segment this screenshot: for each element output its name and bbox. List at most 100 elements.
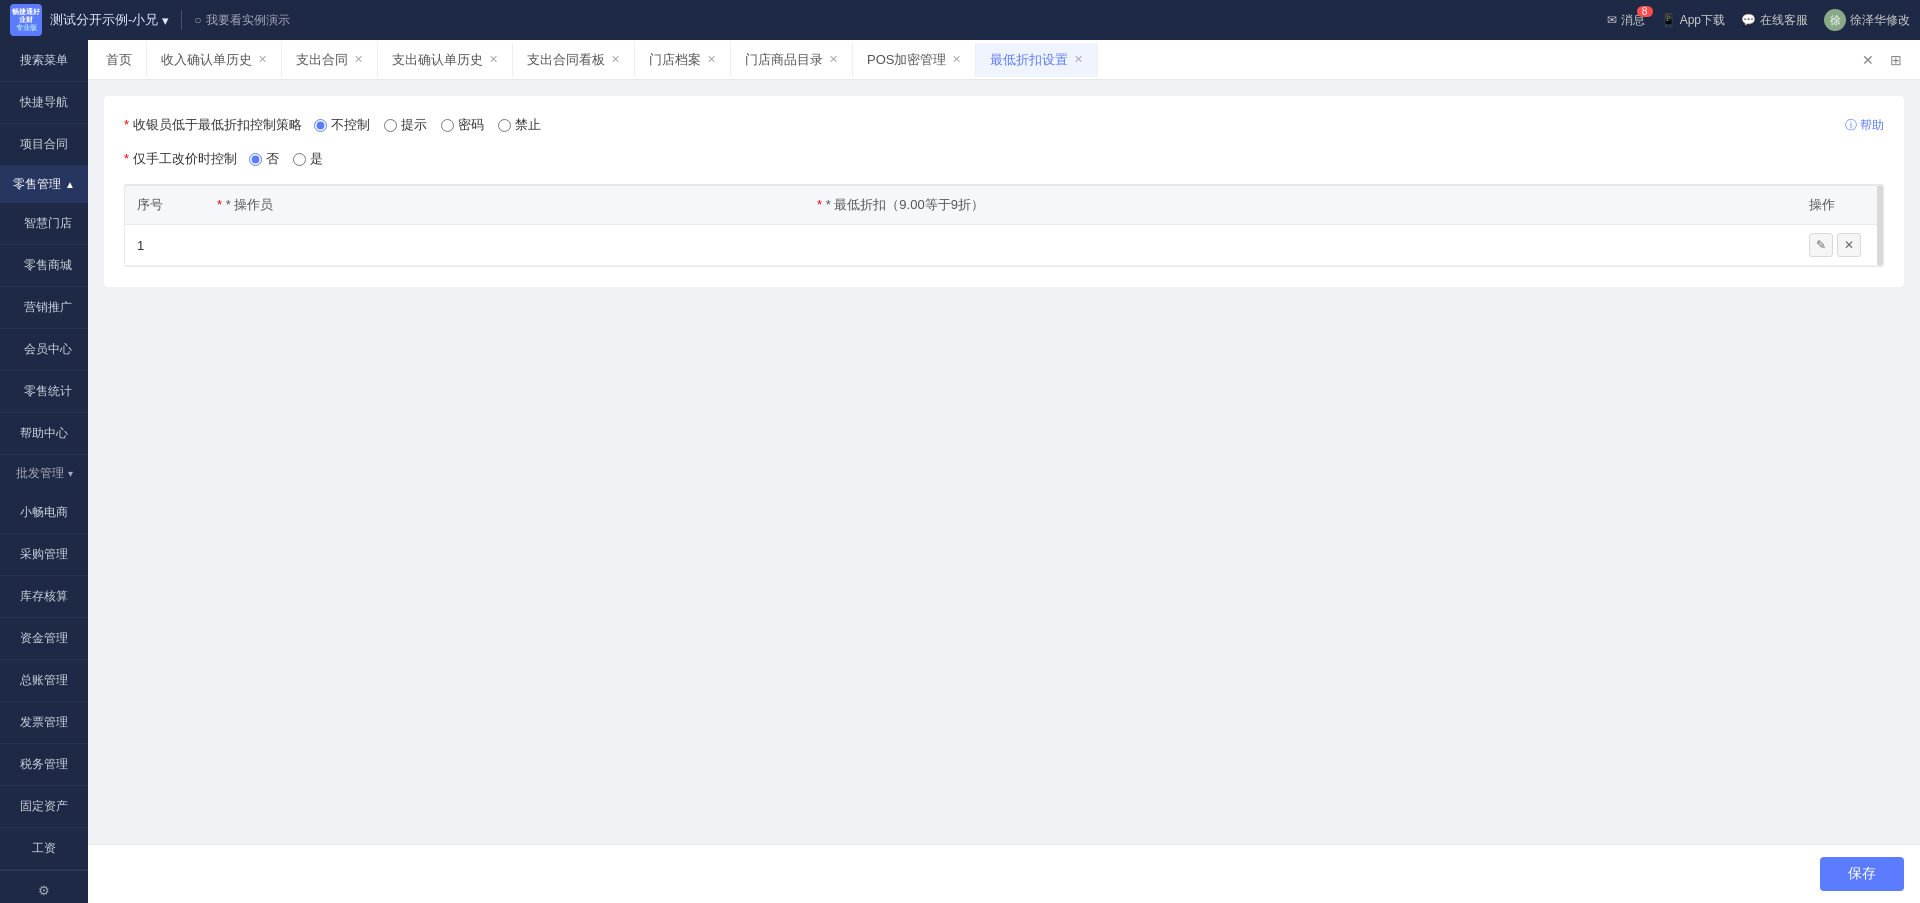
sidebar-item-tax-mgmt[interactable]: 税务管理 [0,744,88,786]
sidebar-settings-btn[interactable]: ⚙ [0,870,88,903]
logo-sub: 专业版 [10,24,42,32]
sidebar-item-inventory[interactable]: 库存核算 [0,576,88,618]
table-head: 序号 * 操作员 * 最低折扣（9.00等于9折） 操作 [125,186,1877,225]
sidebar-item-help-center[interactable]: 帮助中心 [0,413,88,455]
app-download-btn[interactable]: 📱 App下载 [1661,12,1725,29]
radio-remind-input[interactable] [384,119,397,132]
table-header-row: 序号 * 操作员 * 最低折扣（9.00等于9折） 操作 [125,186,1877,225]
download-icon: 📱 [1661,13,1676,27]
sidebar-item-payroll[interactable]: 工资 [0,828,88,870]
radio-remind-label: 提示 [401,116,427,134]
user-name: 徐泽华修改 [1850,12,1910,29]
tab-home[interactable]: 首页 [92,43,147,77]
sidebar-item-label: 发票管理 [20,714,68,731]
radio-remind[interactable]: 提示 [384,116,427,134]
sidebar-item-label: 零售统计 [24,383,72,400]
sidebar-item-retail-mgmt[interactable]: 零售管理 ▲ [0,166,88,203]
help-label: 帮助 [1860,117,1884,134]
sidebar-item-invoice-mgmt[interactable]: 发票管理 [0,702,88,744]
discount-control-row: 收银员低于最低折扣控制策略 不控制 提示 密码 [124,116,1884,134]
demo-text: 我要看实例演示 [206,12,290,29]
tab-close-icon[interactable]: ✕ [707,53,716,66]
radio-no-control-input[interactable] [314,119,327,132]
tab-min-discount-setting[interactable]: 最低折扣设置 ✕ [976,43,1098,77]
sidebar-item-label: 帮助中心 [20,425,68,442]
radio-forbid[interactable]: 禁止 [498,116,541,134]
user-profile-btn[interactable]: 徐 徐泽华修改 [1824,9,1910,31]
tab-pos-password-mgmt[interactable]: POS加密管理 ✕ [853,43,976,77]
sidebar-item-label: 工资 [32,840,56,857]
tab-store-product-catalog[interactable]: 门店商品目录 ✕ [731,43,853,77]
app-download-label: App下载 [1680,12,1725,29]
sidebar-item-retail-stats[interactable]: 零售统计 [0,371,88,413]
radio-no-input[interactable] [249,153,262,166]
tab-payment-contract[interactable]: 支出合同 ✕ [282,43,378,77]
tab-income-confirm-history[interactable]: 收入确认单历史 ✕ [147,43,282,77]
sidebar-item-project-contract[interactable]: 项目合同 [0,124,88,166]
cell-operator [205,225,805,266]
tab-close-icon[interactable]: ✕ [258,53,267,66]
row-delete-btn[interactable]: ✕ [1837,233,1861,257]
table-scrollbar[interactable] [1877,185,1883,266]
online-service-btn[interactable]: 💬 在线客服 [1741,12,1808,29]
tab-store-archive[interactable]: 门店档案 ✕ [635,43,731,77]
radio-no-control[interactable]: 不控制 [314,116,370,134]
help-icon: ⓘ [1845,117,1857,134]
sidebar-item-marketing[interactable]: 营销推广 [0,287,88,329]
sidebar-item-fixed-assets[interactable]: 固定资产 [0,786,88,828]
sidebar-item-label: 资金管理 [20,630,68,647]
help-button[interactable]: ⓘ 帮助 [1845,117,1884,134]
radio-forbid-input[interactable] [498,119,511,132]
divider [181,10,182,30]
tab-close-icon[interactable]: ✕ [611,53,620,66]
project-selector[interactable]: 测试分开示例-小兄 ▾ [50,11,169,29]
sidebar-item-smart-store[interactable]: 智慧门店 [0,203,88,245]
sidebar-item-member-center[interactable]: 会员中心 [0,329,88,371]
project-dropdown-icon: ▾ [162,13,169,28]
tab-close-all-btn[interactable]: ✕ [1856,50,1880,70]
radio-yes[interactable]: 是 [293,150,323,168]
sidebar-item-ledger[interactable]: 总账管理 [0,660,88,702]
save-button[interactable]: 保存 [1820,857,1904,891]
demo-link[interactable]: ○ 我要看实例演示 [194,12,289,29]
messages-btn[interactable]: ✉ 消息 8 [1607,12,1645,29]
sidebar-item-label: 智慧门店 [24,215,72,232]
topbar-left: 畅捷通好业财 专业版 测试分开示例-小兄 ▾ ○ 我要看实例演示 [10,4,290,36]
tab-close-icon[interactable]: ✕ [1074,53,1083,66]
sidebar-item-label: 零售管理 [13,176,61,193]
cell-actions: ✎ ✕ [1797,225,1877,266]
manual-price-options: 否 是 [249,150,323,168]
sidebar-item-retail-mall[interactable]: 零售商城 [0,245,88,287]
discount-table: 序号 * 操作员 * 最低折扣（9.00等于9折） 操作 1 [125,185,1877,266]
tab-close-icon[interactable]: ✕ [354,53,363,66]
bottom-bar: 保存 [88,844,1920,903]
row-actions: ✎ ✕ [1809,233,1865,257]
sidebar-item-quick-nav[interactable]: 快捷导航 [0,82,88,124]
chevron-down-icon: ▾ [68,468,73,479]
tab-close-icon[interactable]: ✕ [829,53,838,66]
sidebar-item-label: 零售商城 [24,257,72,274]
row-edit-btn[interactable]: ✎ [1809,233,1833,257]
tab-payment-confirm-history[interactable]: 支出确认单历史 ✕ [378,43,513,77]
radio-no[interactable]: 否 [249,150,279,168]
tab-payment-contract-board[interactable]: 支出合同看板 ✕ [513,43,635,77]
sidebar-item-wholesale-mgmt[interactable]: 批发管理 ▾ [0,455,88,492]
tab-close-icon[interactable]: ✕ [952,53,961,66]
sidebar-item-finance-mgmt[interactable]: 资金管理 [0,618,88,660]
sidebar-item-ecommerce[interactable]: 小畅电商 [0,492,88,534]
radio-yes-label: 是 [310,150,323,168]
sidebar-item-search-menu[interactable]: 搜索菜单 [0,40,88,82]
radio-no-control-label: 不控制 [331,116,370,134]
tab-close-icon[interactable]: ✕ [489,53,498,66]
radio-password[interactable]: 密码 [441,116,484,134]
message-icon: ✉ [1607,13,1617,27]
sidebar-item-purchase-mgmt[interactable]: 采购管理 [0,534,88,576]
radio-password-input[interactable] [441,119,454,132]
settings-icon: ⚙ [38,883,50,898]
message-badge: 8 [1637,6,1653,17]
settings-card: 收银员低于最低折扣控制策略 不控制 提示 密码 [104,96,1904,287]
logo-text: 畅捷通好业财 [10,8,42,23]
radio-forbid-label: 禁止 [515,116,541,134]
radio-yes-input[interactable] [293,153,306,166]
tab-expand-btn[interactable]: ⊞ [1884,50,1908,70]
